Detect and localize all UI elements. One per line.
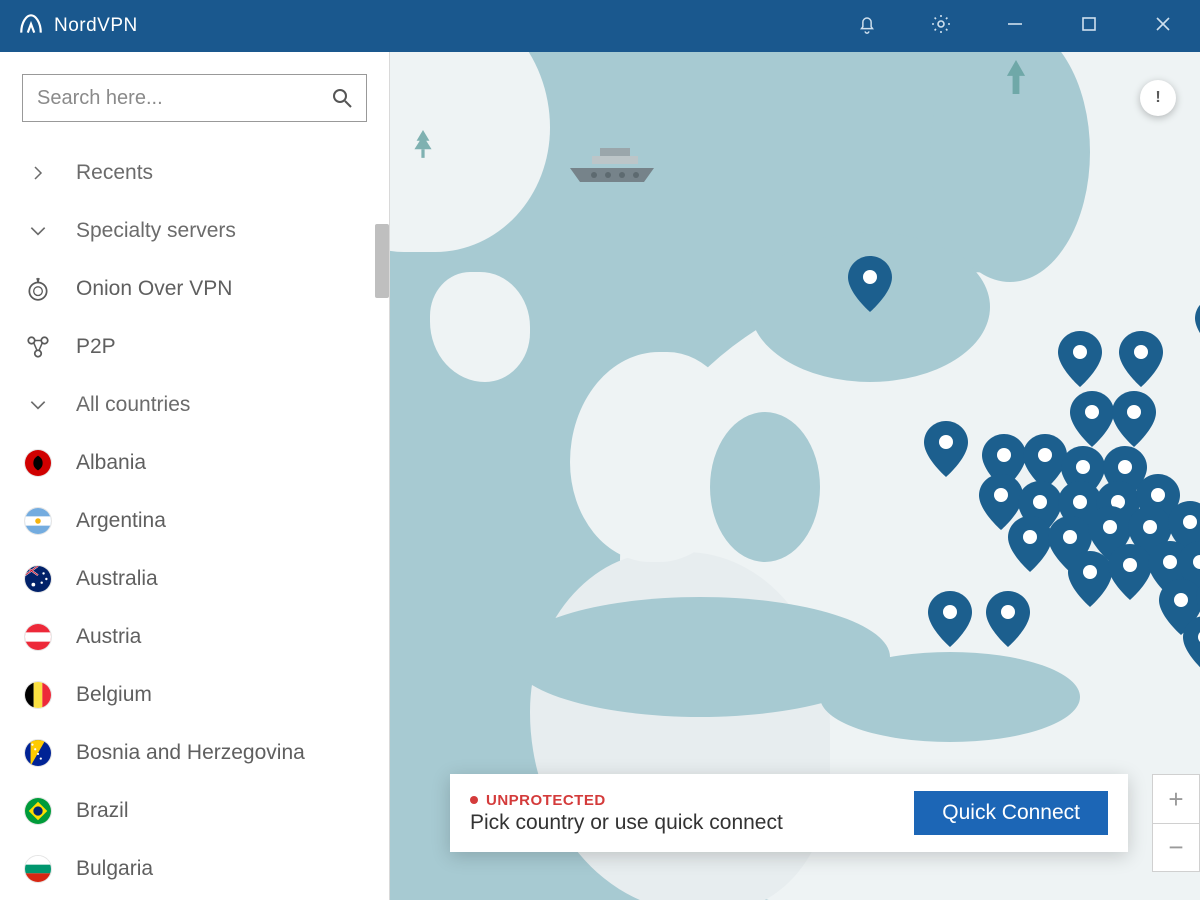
flag-icon-br bbox=[24, 797, 52, 825]
onion-icon bbox=[24, 275, 52, 303]
country-label: Argentina bbox=[76, 509, 166, 533]
flag-icon-at bbox=[24, 623, 52, 651]
country-item-austria[interactable]: Austria bbox=[0, 608, 389, 666]
section-recents[interactable]: Recents bbox=[0, 144, 389, 202]
map-info-button[interactable]: ! bbox=[1140, 80, 1176, 116]
map-pin[interactable] bbox=[1058, 331, 1102, 387]
landmass bbox=[430, 272, 530, 382]
app-title: NordVPN bbox=[54, 15, 138, 37]
zoom-controls: + − bbox=[1152, 774, 1200, 872]
flag-icon-ba bbox=[24, 739, 52, 767]
map-pin[interactable] bbox=[1108, 544, 1152, 600]
country-item-bulgaria[interactable]: Bulgaria bbox=[0, 840, 389, 898]
window-maximize-button[interactable] bbox=[1052, 0, 1126, 52]
maximize-icon bbox=[1081, 16, 1097, 37]
nordvpn-logo-icon bbox=[18, 11, 44, 42]
country-item-australia[interactable]: Australia bbox=[0, 550, 389, 608]
app-logo-group: NordVPN bbox=[18, 11, 138, 42]
country-label: Australia bbox=[76, 567, 158, 591]
gear-icon bbox=[929, 12, 953, 41]
country-label: Albania bbox=[76, 451, 146, 475]
p2p-icon bbox=[24, 333, 52, 361]
sea bbox=[710, 412, 820, 562]
status-dot-icon bbox=[470, 796, 478, 804]
north-arrow-icon bbox=[1004, 60, 1028, 99]
map-pin[interactable] bbox=[928, 591, 972, 647]
bell-icon bbox=[856, 13, 878, 40]
search-box[interactable] bbox=[22, 74, 367, 122]
map-panel[interactable]: ! UNPROTECTED Pick country or use quick … bbox=[390, 52, 1200, 900]
section-label: Specialty servers bbox=[76, 219, 236, 243]
specialty-item-onion[interactable]: Onion Over VPN bbox=[0, 260, 389, 318]
chevron-down-icon bbox=[24, 217, 52, 245]
map-pin[interactable] bbox=[1112, 391, 1156, 447]
map-pin[interactable] bbox=[1195, 297, 1200, 353]
map-pin[interactable] bbox=[924, 421, 968, 477]
country-item-belgium[interactable]: Belgium bbox=[0, 666, 389, 724]
main: Recents Specialty servers Onion Over VPN… bbox=[0, 52, 1200, 900]
flag-icon-bg bbox=[24, 855, 52, 883]
country-label: Bosnia and Herzegovina bbox=[76, 741, 305, 765]
chevron-right-icon bbox=[24, 159, 52, 187]
close-icon bbox=[1154, 15, 1172, 38]
chevron-down-icon bbox=[24, 391, 52, 419]
map-pin[interactable] bbox=[848, 256, 892, 312]
specialty-item-p2p[interactable]: P2P bbox=[0, 318, 389, 376]
zoom-in-button[interactable]: + bbox=[1153, 775, 1199, 823]
country-label: Austria bbox=[76, 625, 141, 649]
section-label: All countries bbox=[76, 393, 190, 417]
item-label: P2P bbox=[76, 335, 116, 359]
country-label: Bulgaria bbox=[76, 857, 153, 881]
section-all-countries[interactable]: All countries bbox=[0, 376, 389, 434]
search-icon bbox=[330, 86, 354, 110]
map-pin[interactable] bbox=[1119, 331, 1163, 387]
status-card: UNPROTECTED Pick country or use quick co… bbox=[450, 774, 1128, 852]
country-item-brazil[interactable]: Brazil bbox=[0, 782, 389, 840]
zoom-out-button[interactable]: − bbox=[1153, 823, 1199, 871]
sidebar-list: Recents Specialty servers Onion Over VPN… bbox=[0, 144, 389, 900]
flag-icon-al bbox=[24, 449, 52, 477]
titlebar: NordVPN bbox=[0, 0, 1200, 52]
flag-icon-au bbox=[24, 565, 52, 593]
settings-button[interactable] bbox=[904, 0, 978, 52]
country-label: Belgium bbox=[76, 683, 152, 707]
country-item-argentina[interactable]: Argentina bbox=[0, 492, 389, 550]
flag-icon-be bbox=[24, 681, 52, 709]
country-label: Brazil bbox=[76, 799, 129, 823]
map-pin[interactable] bbox=[1008, 516, 1052, 572]
item-label: Onion Over VPN bbox=[76, 277, 232, 301]
flag-icon-ar bbox=[24, 507, 52, 535]
boat-icon bbox=[564, 148, 660, 193]
notifications-button[interactable] bbox=[830, 0, 904, 52]
sidebar: Recents Specialty servers Onion Over VPN… bbox=[0, 52, 390, 900]
section-label: Recents bbox=[76, 161, 153, 185]
window-minimize-button[interactable] bbox=[978, 0, 1052, 52]
tree-icon bbox=[412, 130, 434, 160]
map-pin[interactable] bbox=[1183, 616, 1200, 672]
section-specialty[interactable]: Specialty servers bbox=[0, 202, 389, 260]
country-item-albania[interactable]: Albania bbox=[0, 434, 389, 492]
country-item-bosnia[interactable]: Bosnia and Herzegovina bbox=[0, 724, 389, 782]
minimize-icon bbox=[1006, 15, 1024, 38]
quick-connect-button[interactable]: Quick Connect bbox=[914, 791, 1108, 835]
status-subtext: Pick country or use quick connect bbox=[470, 811, 894, 835]
status-label: UNPROTECTED bbox=[486, 792, 606, 809]
sea bbox=[820, 652, 1080, 742]
map-pin[interactable] bbox=[1068, 551, 1112, 607]
map-pin[interactable] bbox=[986, 591, 1030, 647]
map-pin[interactable] bbox=[1070, 391, 1114, 447]
sidebar-scrollbar[interactable] bbox=[375, 224, 389, 298]
window-close-button[interactable] bbox=[1126, 0, 1200, 52]
search-input[interactable] bbox=[37, 87, 330, 110]
info-icon: ! bbox=[1155, 89, 1160, 107]
